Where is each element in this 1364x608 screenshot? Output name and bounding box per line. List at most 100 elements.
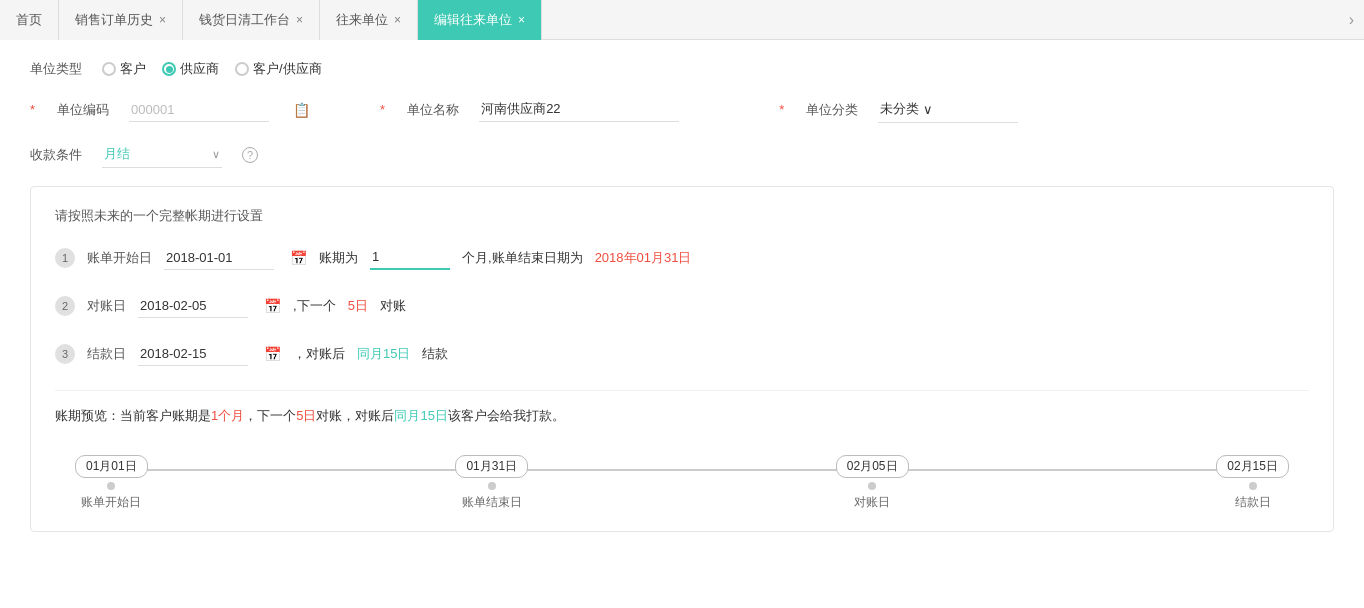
step-2-label: 对账日 — [87, 297, 126, 315]
preview-sep1: ，下一个 — [244, 408, 296, 423]
tab-partner-label: 往来单位 — [336, 11, 388, 29]
radio-supplier-label: 供应商 — [180, 60, 219, 78]
content-area: 单位类型 客户 供应商 客户/供应商 * 单位编码 📋 * 单位名称 * — [0, 40, 1364, 608]
timeline-pill-2: 01月31日 — [455, 455, 528, 478]
timeline-nodes: 01月01日 账单开始日 01月31日 账单结束日 02月05日 对账日 — [75, 455, 1289, 511]
preview-label: 账期预览：当前客户账期是 — [55, 408, 211, 423]
payment-term-select[interactable]: 月结 ∨ — [102, 141, 222, 168]
timeline-pill-4: 02月15日 — [1216, 455, 1289, 478]
unit-type-row: 单位类型 客户 供应商 客户/供应商 — [30, 60, 1334, 78]
payment-term-row: 收款条件 月结 ∨ ? — [30, 141, 1334, 168]
step-1-period-unit: 个月,账单结束日期为 — [462, 249, 583, 267]
unit-name-label: 单位名称 — [407, 101, 459, 119]
tab-cash-label: 钱货日清工作台 — [199, 11, 290, 29]
timeline-area: 01月01日 账单开始日 01月31日 账单结束日 02月05日 对账日 — [55, 455, 1309, 511]
payment-term-help-icon[interactable]: ? — [242, 147, 258, 163]
preview-sep2: 对账，对账后 — [316, 408, 394, 423]
step-1-row: 1 账单开始日 📅 账期为 个月,账单结束日期为 2018年01月31日 — [55, 245, 1309, 270]
step-3-row: 3 结款日 📅 ，对账后同月15日结款 — [55, 342, 1309, 366]
step-3-date-input[interactable] — [138, 342, 248, 366]
preview-part3: 同月15日 — [394, 408, 447, 423]
tab-cash-close[interactable]: × — [296, 13, 303, 27]
step-1-calendar-icon[interactable]: 📅 — [290, 250, 307, 266]
step-1-date-input[interactable] — [164, 246, 274, 270]
unit-name-input[interactable] — [479, 98, 679, 122]
tabs-expand-icon[interactable]: › — [1339, 11, 1364, 29]
tab-edit-partner[interactable]: 编辑往来单位 × — [418, 0, 542, 40]
step-2-desc-prefix: ,下一个 — [293, 297, 336, 315]
step-2-number: 2 — [55, 296, 75, 316]
radio-supplier-circle — [162, 62, 176, 76]
payment-term-chevron-icon: ∨ — [212, 148, 220, 161]
step-2-desc-highlight: 5日 — [348, 297, 368, 315]
preview-suffix: 该客户会给我打款。 — [448, 408, 565, 423]
tab-partner[interactable]: 往来单位 × — [320, 0, 418, 40]
unit-classify-star: * — [779, 102, 784, 117]
step-3-desc-suffix: 结款 — [422, 345, 448, 363]
step-2-desc-suffix: 对账 — [380, 297, 406, 315]
step-1-number: 1 — [55, 248, 75, 268]
tab-edit-partner-close[interactable]: × — [518, 13, 525, 27]
unit-info-row: * 单位编码 📋 * 单位名称 * 单位分类 未分类 ∨ — [30, 96, 1334, 123]
unit-code-calendar-icon[interactable]: 📋 — [293, 102, 310, 118]
settings-panel: 请按照未来的一个完整帐期进行设置 1 账单开始日 📅 账期为 个月,账单结束日期… — [30, 186, 1334, 532]
unit-code-star: * — [30, 102, 35, 117]
timeline-sublabel-3: 对账日 — [854, 494, 890, 511]
step-1-end-date: 2018年01月31日 — [595, 249, 692, 267]
unit-type-label: 单位类型 — [30, 60, 82, 78]
step-1-period-input[interactable] — [370, 245, 450, 270]
timeline-node-4: 02月15日 结款日 — [1216, 455, 1289, 511]
tab-edit-partner-label: 编辑往来单位 — [434, 11, 512, 29]
tab-home-label: 首页 — [16, 11, 42, 29]
timeline-sublabel-1: 账单开始日 — [81, 494, 141, 511]
step-2-calendar-icon[interactable]: 📅 — [264, 298, 281, 314]
radio-both[interactable]: 客户/供应商 — [235, 60, 322, 78]
preview-section: 账期预览：当前客户账期是1个月，下一个5日对账，对账后同月15日该客户会给我打款… — [55, 390, 1309, 435]
timeline-pill-3: 02月05日 — [836, 455, 909, 478]
radio-both-circle — [235, 62, 249, 76]
step-1-label: 账单开始日 — [87, 249, 152, 267]
unit-type-radio-group: 客户 供应商 客户/供应商 — [102, 60, 322, 78]
step-3-number: 3 — [55, 344, 75, 364]
timeline-dot-1 — [107, 482, 115, 490]
radio-customer-label: 客户 — [120, 60, 146, 78]
preview-part1: 1个月 — [211, 408, 244, 423]
unit-code-input[interactable] — [129, 98, 269, 122]
timeline-sublabel-2: 账单结束日 — [462, 494, 522, 511]
radio-customer-circle — [102, 62, 116, 76]
unit-name-star: * — [380, 102, 385, 117]
payment-term-value: 月结 — [104, 145, 206, 163]
tab-cash-work[interactable]: 钱货日清工作台 × — [183, 0, 320, 40]
timeline-dot-3 — [868, 482, 876, 490]
timeline-dot-4 — [1249, 482, 1257, 490]
step-3-desc-prefix: ，对账后 — [293, 345, 345, 363]
tab-sales-label: 销售订单历史 — [75, 11, 153, 29]
step-3-desc-highlight: 同月15日 — [357, 345, 410, 363]
unit-classify-label: 单位分类 — [806, 101, 858, 119]
unit-classify-chevron-icon: ∨ — [923, 102, 933, 117]
timeline-node-3: 02月05日 对账日 — [836, 455, 909, 511]
radio-customer[interactable]: 客户 — [102, 60, 146, 78]
timeline-pill-1: 01月01日 — [75, 455, 148, 478]
tab-sales-close[interactable]: × — [159, 13, 166, 27]
radio-supplier[interactable]: 供应商 — [162, 60, 219, 78]
step-1-period-label: 账期为 — [319, 249, 358, 267]
step-3-calendar-icon[interactable]: 📅 — [264, 346, 281, 362]
tabs-bar: 首页 销售订单历史 × 钱货日清工作台 × 往来单位 × 编辑往来单位 × › — [0, 0, 1364, 40]
tab-sales-history[interactable]: 销售订单历史 × — [59, 0, 183, 40]
unit-code-label: 单位编码 — [57, 101, 109, 119]
step-2-date-input[interactable] — [138, 294, 248, 318]
panel-title: 请按照未来的一个完整帐期进行设置 — [55, 207, 1309, 225]
unit-classify-value: 未分类 — [880, 100, 919, 118]
timeline-node-2: 01月31日 账单结束日 — [455, 455, 528, 511]
tab-partner-close[interactable]: × — [394, 13, 401, 27]
timeline-dot-2 — [488, 482, 496, 490]
timeline-sublabel-4: 结款日 — [1235, 494, 1271, 511]
radio-both-label: 客户/供应商 — [253, 60, 322, 78]
step-3-label: 结款日 — [87, 345, 126, 363]
preview-part2: 5日 — [296, 408, 316, 423]
timeline-node-1: 01月01日 账单开始日 — [75, 455, 148, 511]
unit-classify-dropdown[interactable]: 未分类 ∨ — [878, 96, 1018, 123]
tab-home[interactable]: 首页 — [0, 0, 59, 40]
payment-term-label: 收款条件 — [30, 146, 82, 164]
